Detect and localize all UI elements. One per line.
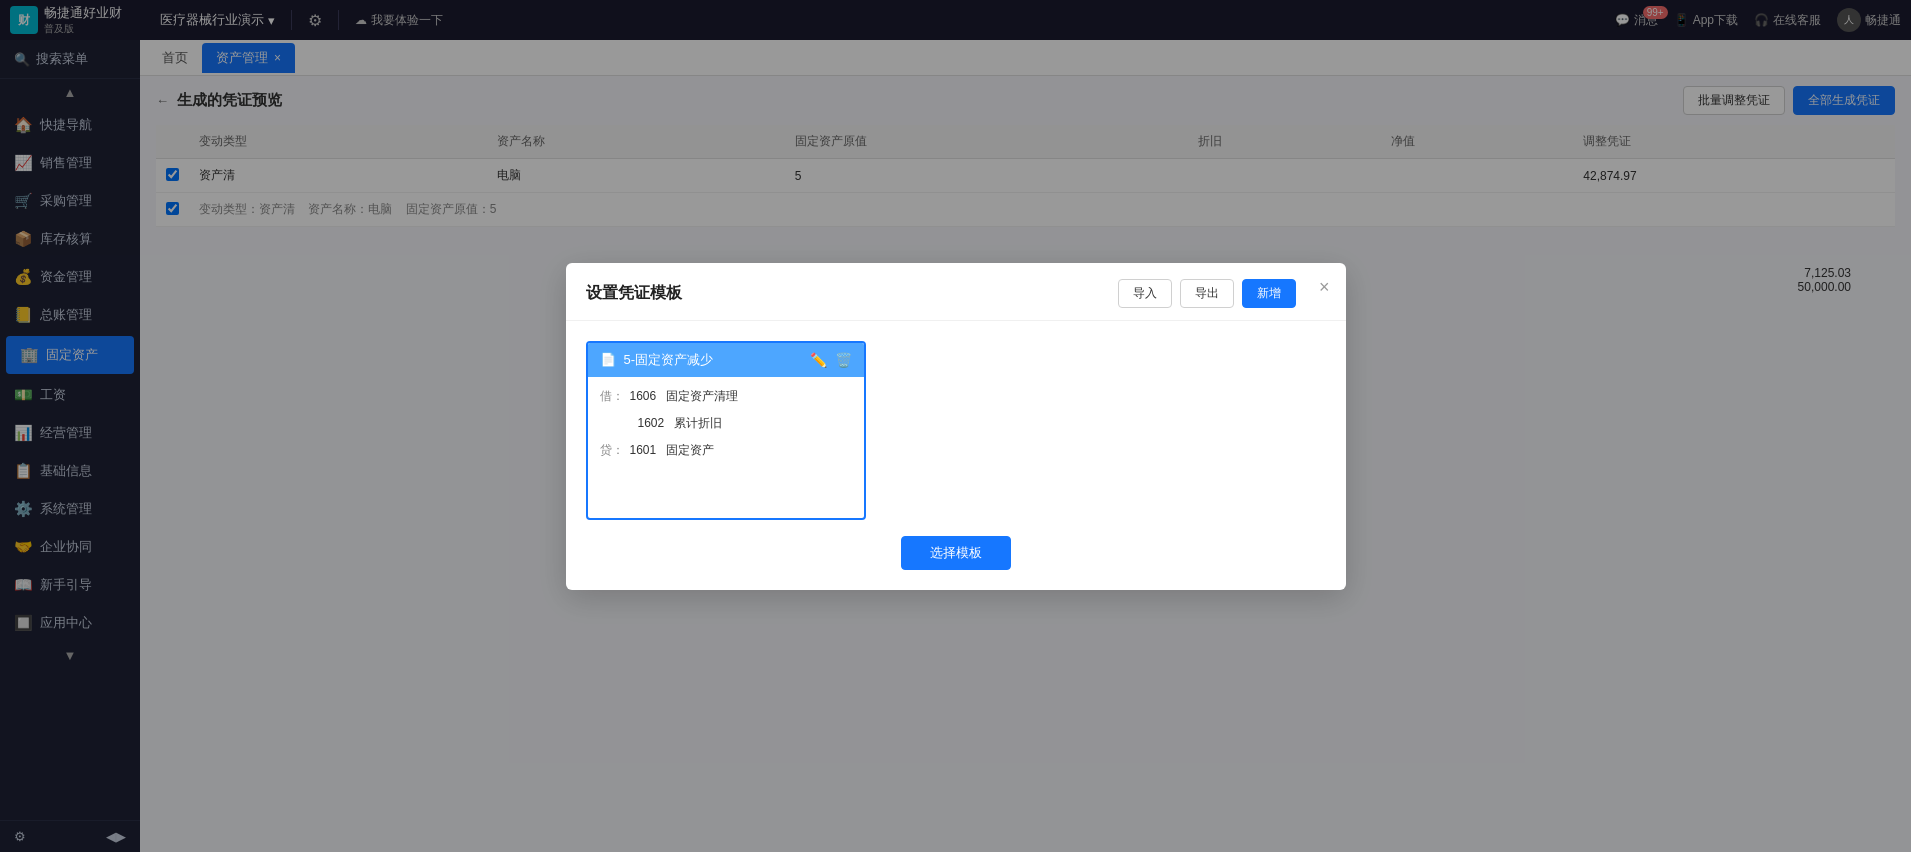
template-card-body: 借： 1606 固定资产清理 1602 累计折旧 (588, 377, 864, 518)
modal-overlay[interactable]: 设置凭证模板 导入 导出 新增 × 📄 5-固定资产减少 ✏️ 🗑️ (0, 0, 1911, 852)
template-credit-row: 贷： 1601 固定资产 (588, 437, 864, 464)
import-button[interactable]: 导入 (1118, 279, 1172, 308)
new-button[interactable]: 新增 (1242, 279, 1296, 308)
template-card-actions: ✏️ 🗑️ (810, 352, 852, 368)
template-card-header: 📄 5-固定资产减少 ✏️ 🗑️ (588, 343, 864, 377)
modal-toolbar: 导入 导出 新增 (1118, 279, 1296, 308)
export-button[interactable]: 导出 (1180, 279, 1234, 308)
template-debit-header: 借： 1606 固定资产清理 (588, 383, 864, 410)
edit-icon[interactable]: ✏️ (810, 352, 827, 368)
template-doc-icon: 📄 (600, 352, 616, 367)
modal-body: 📄 5-固定资产减少 ✏️ 🗑️ 借： 1606 固定资产清理 (566, 321, 1346, 590)
template-name: 5-固定资产减少 (624, 351, 714, 369)
template-debit-row2: 1602 累计折旧 (588, 410, 864, 437)
delete-icon[interactable]: 🗑️ (835, 352, 852, 368)
select-template-button[interactable]: 选择模板 (901, 536, 1011, 570)
template-empty-row1 (588, 464, 864, 488)
modal-set-voucher-template: 设置凭证模板 导入 导出 新增 × 📄 5-固定资产减少 ✏️ 🗑️ (566, 263, 1346, 590)
template-card: 📄 5-固定资产减少 ✏️ 🗑️ 借： 1606 固定资产清理 (586, 341, 866, 520)
template-empty-row2 (588, 488, 864, 512)
select-template-area: 选择模板 (586, 536, 1326, 570)
modal-close-button[interactable]: × (1319, 277, 1330, 298)
modal-header: 设置凭证模板 导入 导出 新增 × (566, 263, 1346, 321)
modal-title: 设置凭证模板 (586, 283, 682, 304)
